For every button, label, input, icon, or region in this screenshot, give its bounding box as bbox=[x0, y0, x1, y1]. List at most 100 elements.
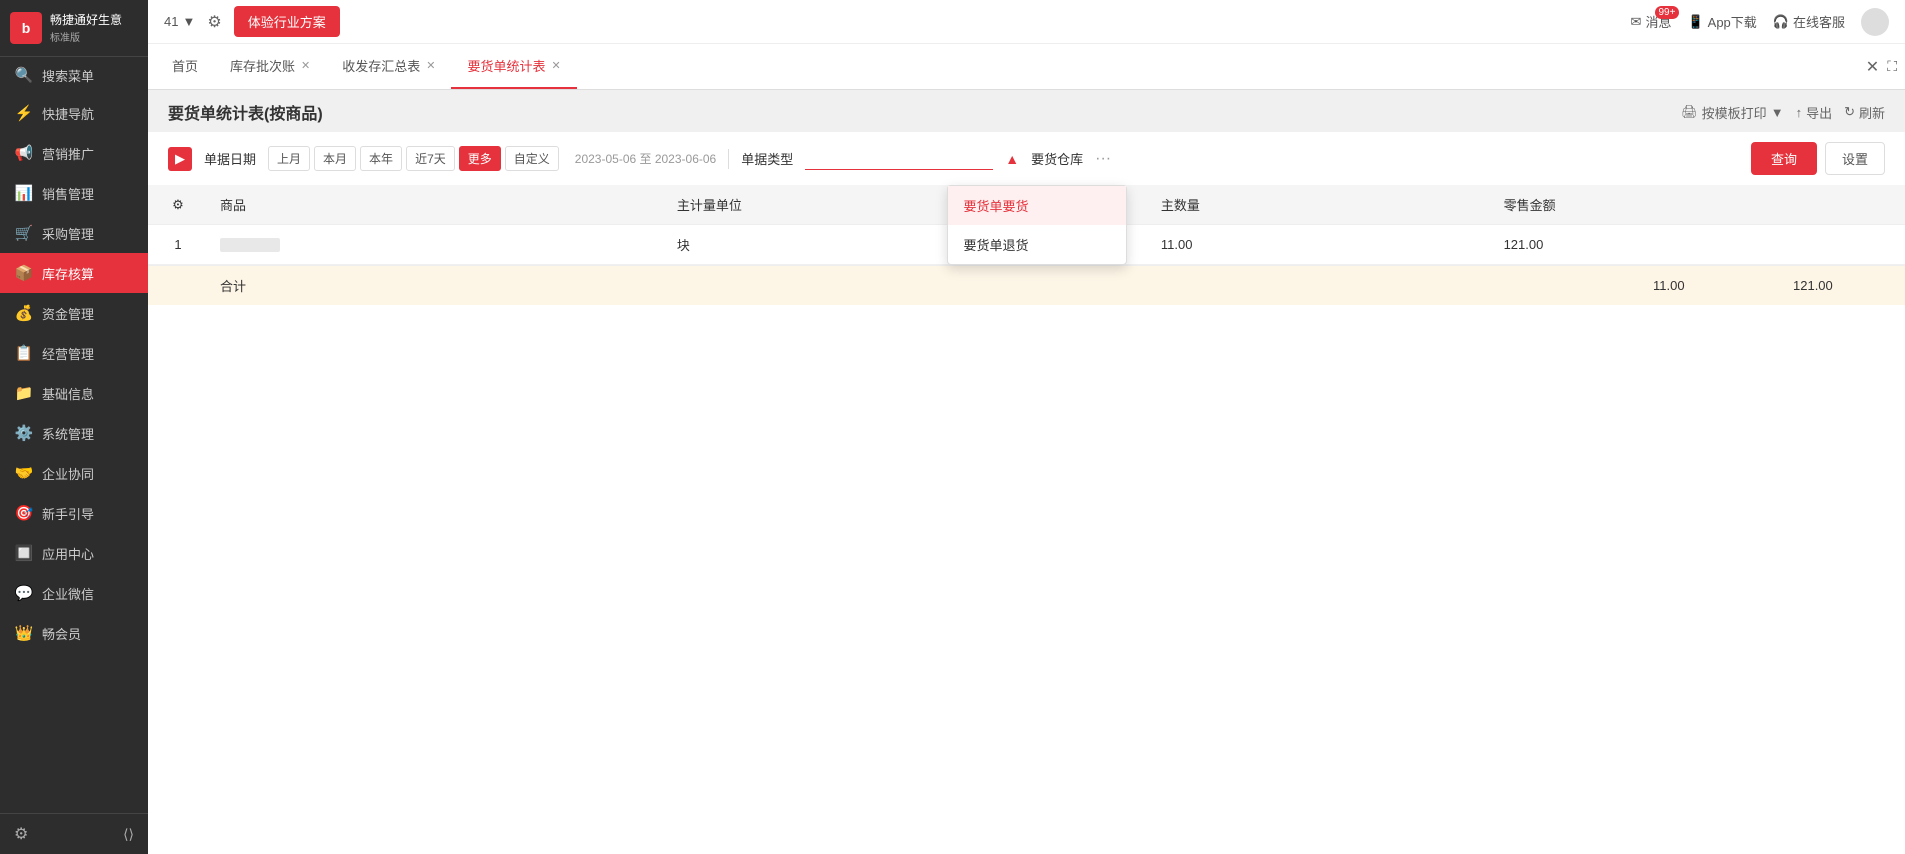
tab-home[interactable]: 首页 bbox=[156, 44, 214, 89]
tabs-count-dropdown[interactable]: 41 ▼ bbox=[164, 14, 195, 29]
this-year-btn[interactable]: 本年 bbox=[360, 146, 402, 171]
sidebar-item-inventory[interactable]: 📦 库存核算 bbox=[0, 253, 148, 293]
sidebar-item-label-appstore: 应用中心 bbox=[42, 544, 94, 563]
sidebar-item-wechat[interactable]: 💬 企业微信 bbox=[0, 573, 148, 613]
app-download-btn[interactable]: 📱 App下载 bbox=[1687, 12, 1756, 31]
print-btn[interactable]: 🖨 按模板打印 ▼ bbox=[1681, 103, 1783, 122]
sidebar-item-label-guide: 新手引导 bbox=[42, 504, 94, 523]
page-title: 要货单统计表(按商品) bbox=[168, 100, 323, 124]
filter-settings-btn[interactable]: 设置 bbox=[1825, 142, 1885, 175]
tab-inventory-batch-close[interactable]: ✕ bbox=[301, 59, 310, 72]
header-settings-icon[interactable]: ⚙ bbox=[207, 12, 221, 32]
last-7days-btn[interactable]: 近7天 bbox=[406, 146, 455, 171]
page-actions: 🖨 按模板打印 ▼ ↑ 导出 ↻ 刷新 bbox=[1681, 103, 1885, 122]
sidebar-item-label-cooperation: 企业协同 bbox=[42, 464, 94, 483]
sidebar-search[interactable]: 🔍 搜索菜单 bbox=[0, 57, 148, 93]
sidebar-item-system[interactable]: ⚙️ 系统管理 bbox=[0, 413, 148, 453]
tab-receivable-summary-label: 收发存汇总表 bbox=[342, 56, 420, 75]
sidebar-collapse-btn[interactable]: ⟨⟩ bbox=[123, 826, 134, 843]
tab-receivable-summary-close[interactable]: ✕ bbox=[426, 59, 435, 72]
this-month-btn[interactable]: 本月 bbox=[314, 146, 356, 171]
filter-actions: 查询 设置 bbox=[1751, 142, 1885, 175]
type-filter-input[interactable] bbox=[805, 148, 993, 170]
user-avatar[interactable] bbox=[1861, 8, 1889, 36]
th-settings[interactable]: ⚙ bbox=[148, 185, 208, 225]
export-btn[interactable]: ↑ 导出 bbox=[1796, 103, 1833, 122]
date-filter-label: 单据日期 bbox=[204, 149, 256, 168]
expand-icon[interactable]: ⛶ bbox=[1887, 58, 1897, 75]
query-btn[interactable]: 查询 bbox=[1751, 142, 1817, 175]
main-area: 41 ▼ ⚙ 体验行业方案 ✉ 消息 99+ 📱 App下载 🎧 在线客服 bbox=[148, 0, 1905, 854]
sidebar-item-label-quick-nav: 快捷导航 bbox=[42, 104, 94, 123]
sidebar-item-finance[interactable]: 💰 资金管理 bbox=[0, 293, 148, 333]
phone-icon: 📱 bbox=[1687, 14, 1703, 30]
tabs-count: 41 bbox=[164, 14, 178, 29]
header-right: ✉ 消息 99+ 📱 App下载 🎧 在线客服 bbox=[1631, 8, 1889, 36]
appstore-icon: 🔲 bbox=[14, 543, 34, 563]
row-product bbox=[208, 225, 665, 265]
sidebar-item-guide[interactable]: 🎯 新手引导 bbox=[0, 493, 148, 533]
close-all-icon[interactable]: ✕ bbox=[1866, 57, 1879, 77]
tab-order-summary-label: 要货单统计表 bbox=[467, 56, 545, 75]
sidebar-item-quick-nav[interactable]: ⚡ 快捷导航 bbox=[0, 93, 148, 133]
message-icon: ✉ bbox=[1631, 14, 1642, 30]
footer-quantity: 11.00 bbox=[1653, 278, 1773, 293]
message-btn[interactable]: ✉ 消息 99+ bbox=[1631, 12, 1672, 31]
cooperation-icon: 🤝 bbox=[14, 463, 34, 483]
footer-amount: 121.00 bbox=[1793, 278, 1893, 293]
sidebar-item-label-basic: 基础信息 bbox=[42, 384, 94, 403]
row-amount: 121.00 bbox=[1492, 225, 1905, 265]
marketing-icon: 📢 bbox=[14, 143, 34, 163]
dropdown-item-order-return[interactable]: 要货单退货 bbox=[948, 225, 1126, 264]
quick-nav-icon: ⚡ bbox=[14, 103, 34, 123]
warehouse-filter-label: 要货仓库 bbox=[1031, 149, 1083, 168]
sidebar-settings-icon[interactable]: ⚙ bbox=[14, 824, 28, 844]
sidebar-item-purchase[interactable]: 🛒 采购管理 bbox=[0, 213, 148, 253]
footer-label: 合计 bbox=[160, 276, 246, 295]
sidebar-item-member[interactable]: 👑 畅会员 bbox=[0, 613, 148, 653]
sidebar-item-marketing[interactable]: 📢 营销推广 bbox=[0, 133, 148, 173]
custom-date-btn[interactable]: 自定义 bbox=[505, 146, 559, 171]
sidebar-item-appstore[interactable]: 🔲 应用中心 bbox=[0, 533, 148, 573]
tab-order-summary-close[interactable]: ✕ bbox=[552, 59, 561, 72]
print-icon: 🖨 bbox=[1681, 104, 1698, 120]
tab-receivable-summary[interactable]: 收发存汇总表 ✕ bbox=[326, 44, 451, 89]
more-dates-btn[interactable]: 更多 bbox=[459, 146, 501, 171]
service-icon: 🎧 bbox=[1773, 14, 1789, 30]
page-header: 要货单统计表(按商品) 🖨 按模板打印 ▼ ↑ 导出 ↻ 刷新 bbox=[148, 90, 1905, 124]
dropdown-arrow-icon: ▼ bbox=[182, 14, 195, 29]
refresh-btn[interactable]: ↻ 刷新 bbox=[1844, 103, 1885, 122]
purchase-icon: 🛒 bbox=[14, 223, 34, 243]
online-service-btn[interactable]: 🎧 在线客服 bbox=[1773, 12, 1845, 31]
sidebar-item-basic[interactable]: 📁 基础信息 bbox=[0, 373, 148, 413]
sidebar-item-operation[interactable]: 📋 经营管理 bbox=[0, 333, 148, 373]
sidebar-item-cooperation[interactable]: 🤝 企业协同 bbox=[0, 453, 148, 493]
th-product: 商品 bbox=[208, 185, 665, 225]
th-amount: 零售金额 bbox=[1492, 185, 1905, 225]
filter-expand-btn[interactable]: ▶ bbox=[168, 147, 192, 171]
warehouse-more-icon[interactable]: ··· bbox=[1095, 150, 1111, 168]
message-badge: 99+ bbox=[1655, 6, 1680, 19]
table-footer: 合计 11.00 121.00 bbox=[148, 265, 1905, 305]
sidebar-item-label-wechat: 企业微信 bbox=[42, 584, 94, 603]
refresh-icon: ↻ bbox=[1844, 104, 1855, 120]
last-month-btn[interactable]: 上月 bbox=[268, 146, 310, 171]
guide-icon: 🎯 bbox=[14, 503, 34, 523]
tab-order-summary[interactable]: 要货单统计表 ✕ bbox=[451, 44, 576, 89]
app-version: 标准版 bbox=[50, 29, 122, 44]
finance-icon: 💰 bbox=[14, 303, 34, 323]
date-quick-btns: 上月 本月 本年 近7天 更多 自定义 bbox=[268, 146, 559, 171]
app-label: App下载 bbox=[1708, 12, 1757, 31]
refresh-label: 刷新 bbox=[1859, 103, 1885, 122]
sales-icon: 📊 bbox=[14, 183, 34, 203]
trial-btn[interactable]: 体验行业方案 bbox=[234, 6, 340, 37]
type-filter-arrow-icon[interactable]: ▲ bbox=[1005, 151, 1019, 167]
sidebar-item-sales[interactable]: 📊 销售管理 bbox=[0, 173, 148, 213]
sidebar-logo: b 畅捷通好生意 标准版 bbox=[0, 0, 148, 57]
column-settings-icon[interactable]: ⚙ bbox=[172, 197, 184, 212]
tab-inventory-batch[interactable]: 库存批次账 ✕ bbox=[214, 44, 326, 89]
th-quantity: 主数量 bbox=[1149, 185, 1492, 225]
sidebar-item-label-system: 系统管理 bbox=[42, 424, 94, 443]
dropdown-item-order-goods[interactable]: 要货单要货 bbox=[948, 186, 1126, 225]
content-area: 要货单统计表(按商品) 🖨 按模板打印 ▼ ↑ 导出 ↻ 刷新 ▶ bbox=[148, 90, 1905, 854]
